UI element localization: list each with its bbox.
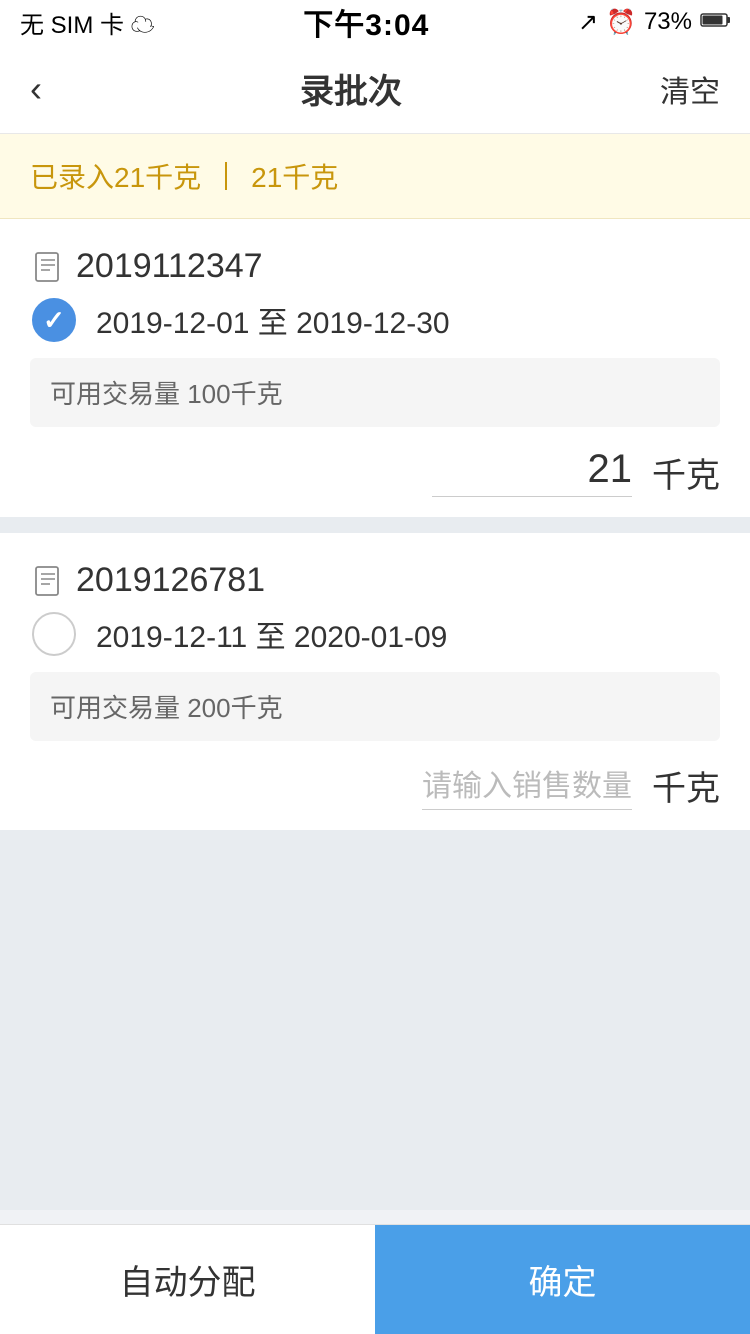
quantity-input-2[interactable]: 请输入销售数量 [422, 761, 632, 810]
batch-item-1: 2019112347 ✓ 2019-12-01 至 2019-12-30 可用交… [0, 219, 750, 427]
auto-distribute-button[interactable]: 自动分配 [0, 1225, 375, 1334]
back-button[interactable]: ‹ [30, 68, 42, 110]
batch-section-1: 2019112347 ✓ 2019-12-01 至 2019-12-30 可用交… [0, 219, 750, 517]
batch-date-row-1[interactable]: ✓ 2019-12-01 至 2019-12-30 [30, 298, 720, 342]
status-right: ↗ ⏰ 73% [578, 8, 730, 37]
status-time: 下午3:04 [303, 0, 429, 44]
location-icon: ↗ [578, 8, 598, 37]
quantity-value-1: 21 [588, 447, 633, 491]
clear-button[interactable]: 清空 [660, 67, 720, 111]
batch-number-1: 2019112347 [76, 247, 263, 286]
confirm-button[interactable]: 确定 [375, 1225, 750, 1334]
summary-value: 21千克 [251, 156, 338, 196]
check-icon-1: ✓ [43, 305, 65, 336]
batch-section-2: 2019126781 2019-12-11 至 2020-01-09 可用交易量… [0, 533, 750, 830]
quantity-input-container-1: 21 [30, 447, 632, 497]
quantity-row-1: 21 千克 [0, 427, 750, 517]
batch-date-2: 2019-12-11 至 2020-01-09 [96, 612, 447, 656]
batch-date-1: 2019-12-01 至 2019-12-30 [96, 298, 450, 342]
availability-2: 可用交易量 200千克 [30, 672, 720, 741]
quantity-placeholder-2: 请输入销售数量 [422, 770, 632, 803]
summary-entered-label: 已录入21千克 [30, 156, 201, 196]
summary-divider [225, 162, 227, 190]
status-left: 无 SIM 卡 ☁ [20, 5, 155, 40]
battery-icon [700, 8, 730, 36]
no-sim-label: 无 SIM 卡 ☁ [20, 5, 155, 40]
quantity-input-container-2: 请输入销售数量 [30, 761, 632, 810]
batch-number-2: 2019126781 [76, 561, 265, 600]
section-divider [0, 517, 750, 533]
bottom-spacer [0, 830, 750, 1210]
batch-radio-1[interactable]: ✓ [32, 298, 76, 342]
batch-item-2: 2019126781 2019-12-11 至 2020-01-09 可用交易量… [0, 533, 750, 741]
alarm-icon: ⏰ [606, 8, 636, 37]
page-title: 录批次 [300, 64, 402, 113]
batch-header-2: 2019126781 [30, 561, 720, 600]
batch-date-row-2[interactable]: 2019-12-11 至 2020-01-09 [30, 612, 720, 656]
summary-bar: 已录入21千克 21千克 [0, 134, 750, 219]
bottom-bar: 自动分配 确定 [0, 1224, 750, 1334]
batch-doc-icon-1 [30, 249, 66, 285]
quantity-row-2: 请输入销售数量 千克 [0, 741, 750, 830]
batch-header-1: 2019112347 [30, 247, 720, 286]
status-bar: 无 SIM 卡 ☁ 下午3:04 ↗ ⏰ 73% [0, 0, 750, 44]
quantity-unit-1: 千克 [652, 448, 720, 497]
quantity-input-1[interactable]: 21 [432, 447, 632, 497]
battery-label: 73% [644, 8, 692, 36]
availability-1: 可用交易量 100千克 [30, 358, 720, 427]
batch-radio-2[interactable] [32, 612, 76, 656]
batch-doc-icon-2 [30, 563, 66, 599]
nav-bar: ‹ 录批次 清空 [0, 44, 750, 134]
quantity-unit-2: 千克 [652, 761, 720, 810]
